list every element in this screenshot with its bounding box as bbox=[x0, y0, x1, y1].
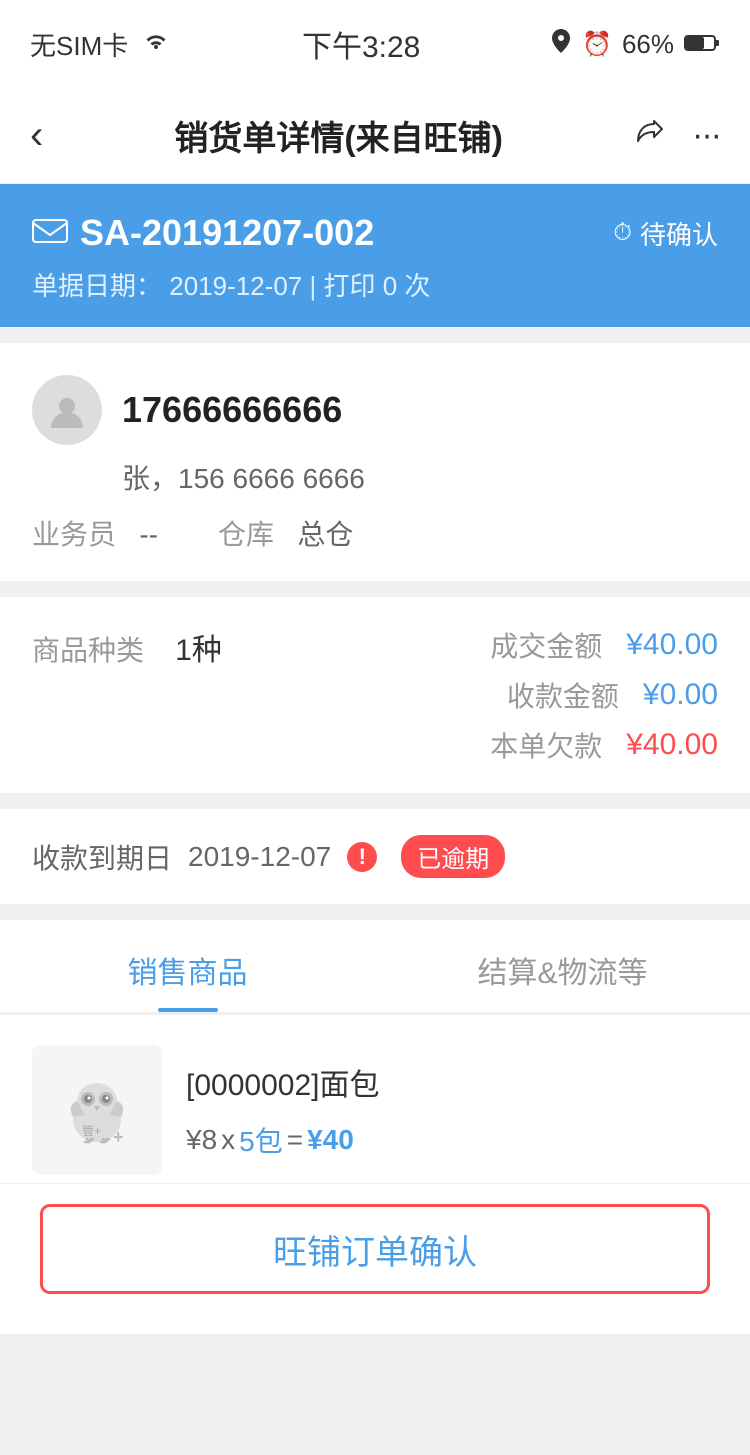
clock-icon: ⏱ bbox=[613, 219, 632, 247]
more-button[interactable]: ··· bbox=[692, 116, 720, 155]
summary-row: 商品种类 1种 成交金额 ¥40.00 收款金额 ¥0.00 本单欠款 ¥40.… bbox=[32, 625, 718, 765]
order-id: SA-20191207-002 bbox=[32, 212, 374, 254]
owed-row: 本单欠款 ¥40.00 bbox=[490, 725, 718, 765]
svg-text:管+: 管+ bbox=[82, 1123, 101, 1138]
battery-icon bbox=[684, 29, 720, 60]
product-list: + 管+ [0000002]面包 ¥8 x 5包 = ¥40 bbox=[0, 1015, 750, 1205]
overdue-alert-icon: ! bbox=[347, 842, 377, 872]
product-name: [0000002]面包 bbox=[186, 1060, 379, 1104]
due-date-label: 收款到期日 bbox=[32, 837, 172, 877]
order-envelope-icon bbox=[32, 212, 68, 254]
customer-name: 张，156 6666 6666 bbox=[32, 457, 718, 497]
carrier-label: 无SIM卡 bbox=[30, 26, 128, 63]
product-qty: 5包 bbox=[239, 1120, 283, 1160]
overdue-badge: 已逾期 bbox=[401, 835, 505, 878]
order-status: ⏱ 待确认 bbox=[613, 215, 718, 252]
svg-text:+: + bbox=[113, 1127, 124, 1145]
status-bar: 无SIM卡 下午3:28 ⏰ 66% bbox=[0, 0, 750, 88]
order-date-row: 单据日期： 2019-12-07 | 打印 0 次 bbox=[32, 266, 718, 303]
product-type-row: 商品种类 1种 bbox=[32, 625, 222, 669]
due-date-value: 2019-12-07 bbox=[188, 841, 331, 873]
product-total: ¥40 bbox=[307, 1124, 354, 1156]
product-info: [0000002]面包 ¥8 x 5包 = ¥40 bbox=[186, 1045, 379, 1175]
order-header: SA-20191207-002 ⏱ 待确认 单据日期： 2019-12-07 |… bbox=[0, 184, 750, 327]
product-price-row: ¥8 x 5包 = ¥40 bbox=[186, 1120, 379, 1160]
wifi-icon bbox=[140, 29, 172, 60]
due-date-card: 收款到期日 2019-12-07 ! 已逾期 bbox=[0, 809, 750, 904]
customer-meta: 业务员 -- 仓库 总仓 bbox=[32, 513, 718, 553]
customer-phone: 17666666666 bbox=[122, 389, 342, 431]
product-image: + 管+ bbox=[32, 1045, 162, 1175]
nav-bar: ‹ 销货单详情(来自旺铺) ··· bbox=[0, 88, 750, 184]
status-time: 下午3:28 bbox=[302, 22, 420, 66]
tab-sales[interactable]: 销售商品 bbox=[0, 920, 375, 1012]
alarm-icon: ⏰ bbox=[582, 30, 612, 59]
share-icon[interactable] bbox=[634, 115, 668, 156]
amount-row: 成交金额 ¥40.00 bbox=[490, 625, 718, 665]
tabs-container: 销售商品 结算&物流等 bbox=[0, 920, 750, 1013]
location-icon bbox=[550, 28, 572, 61]
summary-left: 商品种类 1种 bbox=[32, 625, 222, 669]
received-row: 收款金额 ¥0.00 bbox=[507, 675, 718, 715]
salesperson-label: 业务员 -- bbox=[32, 513, 158, 553]
customer-card: 17666666666 张，156 6666 6666 业务员 -- 仓库 总仓 bbox=[0, 343, 750, 581]
summary-card: 商品种类 1种 成交金额 ¥40.00 收款金额 ¥0.00 本单欠款 ¥40.… bbox=[0, 597, 750, 793]
price-unit: ¥8 bbox=[186, 1124, 217, 1156]
order-header-row1: SA-20191207-002 ⏱ 待确认 bbox=[32, 212, 718, 254]
confirm-order-button[interactable]: 旺铺订单确认 bbox=[40, 1204, 710, 1294]
owl-logo: + 管+ bbox=[57, 1075, 137, 1145]
battery-label: 66% bbox=[622, 29, 674, 60]
equals-symbol: = bbox=[287, 1124, 303, 1156]
customer-row: 17666666666 bbox=[32, 375, 718, 445]
warehouse-label: 仓库 总仓 bbox=[218, 513, 353, 553]
nav-actions: ··· bbox=[634, 115, 720, 156]
product-item: + 管+ [0000002]面包 ¥8 x 5包 = ¥40 bbox=[0, 1015, 750, 1205]
status-right: ⏰ 66% bbox=[550, 28, 720, 61]
summary-right: 成交金额 ¥40.00 收款金额 ¥0.00 本单欠款 ¥40.00 bbox=[490, 625, 718, 765]
tab-settle[interactable]: 结算&物流等 bbox=[375, 920, 750, 1012]
status-left: 无SIM卡 bbox=[30, 26, 172, 63]
multiply-symbol: x bbox=[221, 1124, 235, 1156]
bottom-action-bar: 旺铺订单确认 bbox=[0, 1183, 750, 1334]
page-title: 销货单详情(来自旺铺) bbox=[174, 111, 503, 160]
avatar bbox=[32, 375, 102, 445]
back-button[interactable]: ‹ bbox=[30, 113, 43, 158]
